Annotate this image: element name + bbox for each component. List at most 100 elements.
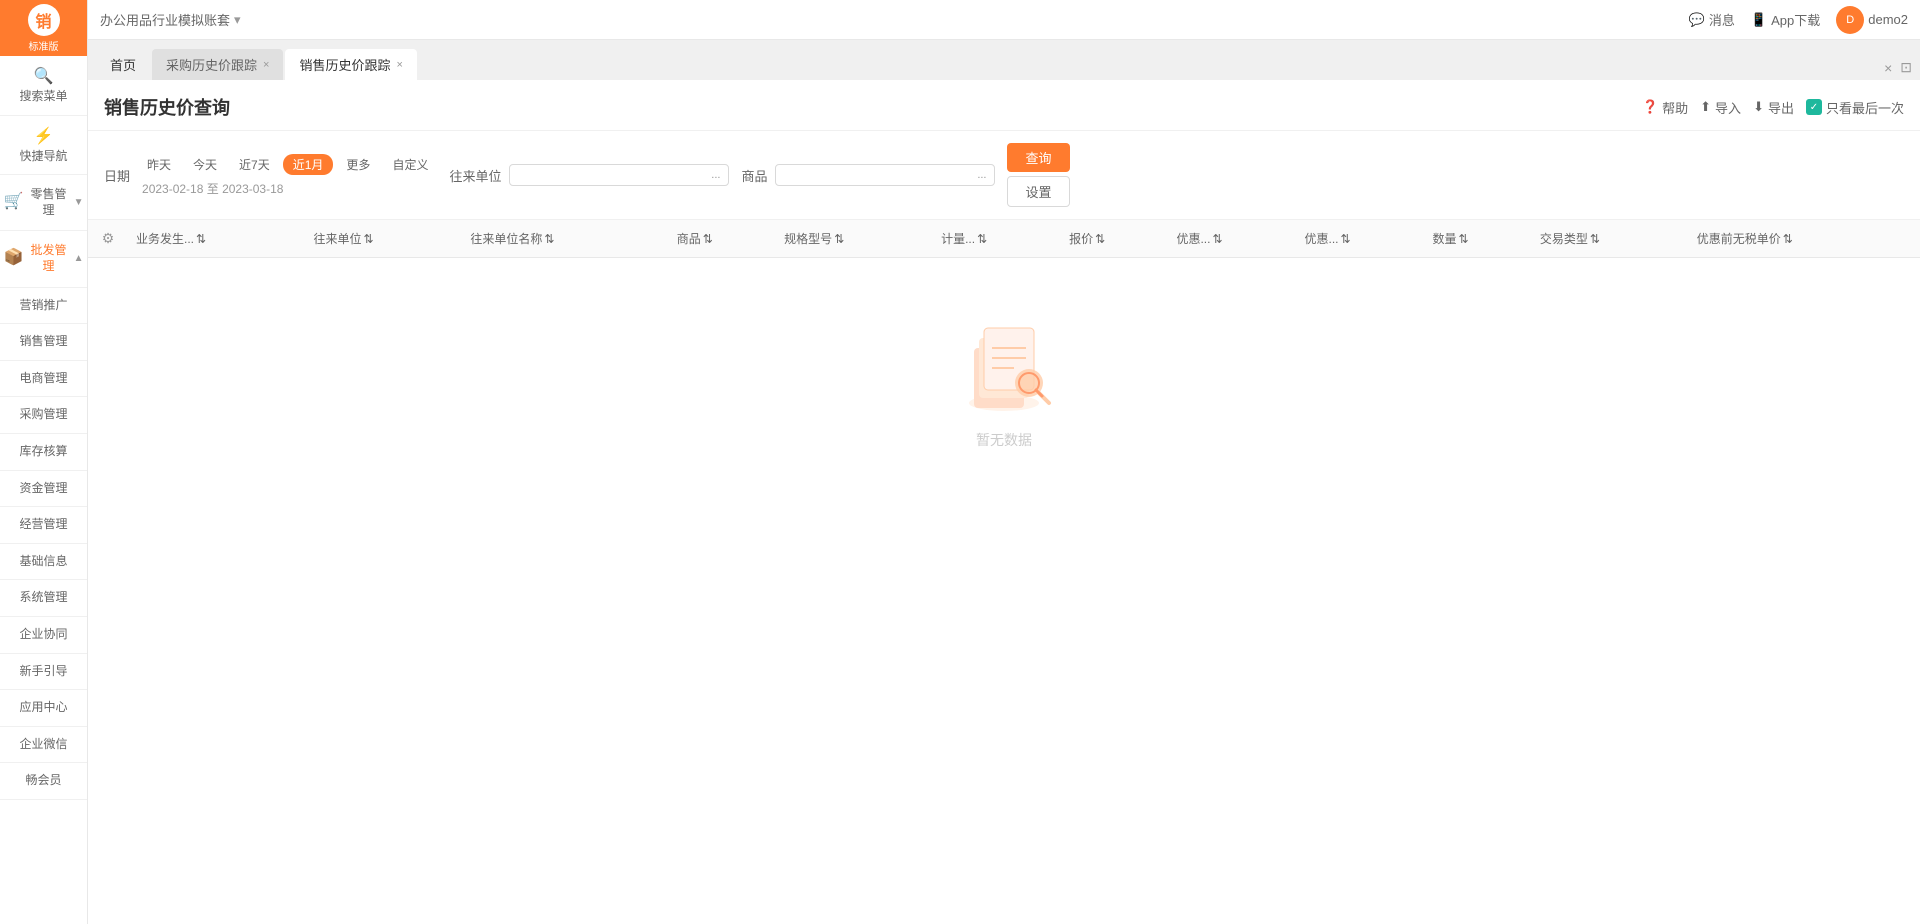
sidebar-item-sales-mgmt[interactable]: 销售管理 xyxy=(0,324,88,361)
date-btn-custom[interactable]: 自定义 xyxy=(383,153,437,176)
user-name: demo2 xyxy=(1868,12,1908,27)
sidebar-item-search-menu[interactable]: 🔍 搜索菜单 xyxy=(0,56,88,116)
sidebar-item-enterprise-collab[interactable]: 企业协同 xyxy=(0,617,88,654)
sidebar-item-system-mgmt[interactable]: 系统管理 xyxy=(0,580,88,617)
export-icon: ⬇ xyxy=(1753,99,1764,115)
import-icon: ⬆ xyxy=(1700,99,1711,115)
window-expand-icon[interactable]: ⊡ xyxy=(1900,59,1912,76)
date-btn-7days[interactable]: 近7天 xyxy=(230,153,279,176)
sidebar-item-label: 营销推广 xyxy=(19,298,67,314)
table-header-row: ⚙ 业务发生... ⇅ 往来单位 ⇅ xyxy=(88,220,1920,258)
sidebar-item-purchase-mgmt[interactable]: 采购管理 xyxy=(0,397,88,434)
page-header-actions: ❓ 帮助 ⬆ 导入 ⬇ 导出 ✓ 只看最后一次 xyxy=(1642,98,1904,117)
chevron-up-icon: ▲ xyxy=(74,253,84,264)
sort-icon: ⇅ xyxy=(834,232,844,246)
sidebar-item-label: 系统管理 xyxy=(19,590,67,606)
retail-icon: 🛒 xyxy=(4,191,24,211)
date-btn-yesterday[interactable]: 昨天 xyxy=(138,153,180,176)
tab-close-sales[interactable]: × xyxy=(396,59,402,71)
product-input[interactable]: ... xyxy=(775,164,995,186)
message-action[interactable]: 💬 消息 xyxy=(1689,10,1735,29)
th-biz-date[interactable]: 业务发生... ⇅ xyxy=(128,220,306,258)
app-download-icon: 📱 xyxy=(1751,12,1767,28)
app-download-action[interactable]: 📱 App下载 xyxy=(1751,10,1820,29)
th-partner-code[interactable]: 往来单位 ⇅ xyxy=(306,220,463,258)
th-partner-code-label: 往来单位 xyxy=(314,230,362,247)
page-content: 销售历史价查询 ❓ 帮助 ⬆ 导入 ⬇ 导出 ✓ 只看最后一次 xyxy=(88,80,1920,924)
date-btn-1month[interactable]: 近1月 xyxy=(283,154,334,175)
export-label: 导出 xyxy=(1768,98,1794,117)
sidebar-item-ecommerce-mgmt[interactable]: 电商管理 xyxy=(0,361,88,398)
workspace-title: 办公用品行业模拟账套 xyxy=(100,10,230,29)
th-partner-name-label: 往来单位名称 xyxy=(470,230,542,247)
tab-close-purchase[interactable]: × xyxy=(263,59,269,71)
sort-icon: ⇅ xyxy=(1459,232,1469,246)
th-partner-name[interactable]: 往来单位名称 ⇅ xyxy=(462,220,668,258)
sidebar-item-ops-mgmt[interactable]: 经营管理 xyxy=(0,507,88,544)
product-label: 商品 xyxy=(741,166,767,185)
sidebar-item-label: 库存核算 xyxy=(19,444,67,460)
sidebar-item-quick-nav[interactable]: ⚡ 快捷导航 xyxy=(0,116,88,176)
th-unit[interactable]: 计量... ⇅ xyxy=(933,220,1061,258)
gear-icon[interactable]: ⚙ xyxy=(102,230,115,246)
th-spec[interactable]: 规格型号 ⇅ xyxy=(776,220,933,258)
th-quote-label: 报价 xyxy=(1069,230,1093,247)
sidebar-item-base-info[interactable]: 基础信息 xyxy=(0,544,88,581)
sidebar-item-inventory[interactable]: 库存核算 xyxy=(0,434,88,471)
date-filter-row: 日期 昨天 今天 近7天 近1月 更多 自定义 2023-02-18 至 202… xyxy=(104,153,437,197)
only-last-label: 只看最后一次 xyxy=(1826,98,1904,117)
sidebar-item-retail-mgmt[interactable]: 🛒 零售管理 ▼ xyxy=(0,175,88,231)
sidebar-item-vip-member[interactable]: 畅会员 xyxy=(0,763,88,800)
empty-text: 暂无数据 xyxy=(976,430,1032,450)
sidebar-item-marketing[interactable]: 营销推广 xyxy=(0,288,88,325)
sidebar-item-label: 经营管理 xyxy=(19,517,67,533)
wholesale-icon: 📦 xyxy=(4,247,24,267)
empty-state: 暂无数据 xyxy=(88,258,1920,510)
th-discount2-label: 优惠... xyxy=(1304,230,1338,247)
logo-icon: 销 xyxy=(28,4,60,36)
th-qty[interactable]: 数量 ⇅ xyxy=(1425,220,1532,258)
th-tax-price[interactable]: 优惠前无税单价 ⇅ xyxy=(1689,220,1920,258)
th-discount1[interactable]: 优惠... ⇅ xyxy=(1168,220,1296,258)
th-product[interactable]: 商品 ⇅ xyxy=(669,220,776,258)
th-quote[interactable]: 报价 ⇅ xyxy=(1061,220,1168,258)
sidebar-item-label: 资金管理 xyxy=(19,481,67,497)
checkbox-icon: ✓ xyxy=(1806,99,1822,115)
dropdown-icon[interactable]: ▾ xyxy=(234,12,241,28)
main-area: 办公用品行业模拟账套 ▾ 💬 消息 📱 App下载 D demo2 首页 xyxy=(88,0,1920,924)
th-unit-label: 计量... xyxy=(941,230,975,247)
sidebar-item-finance-mgmt[interactable]: 资金管理 xyxy=(0,471,88,508)
help-action[interactable]: ❓ 帮助 xyxy=(1642,98,1688,117)
empty-icon xyxy=(954,318,1054,418)
page-header: 销售历史价查询 ❓ 帮助 ⬆ 导入 ⬇ 导出 ✓ 只看最后一次 xyxy=(88,80,1920,131)
query-button[interactable]: 查询 xyxy=(1007,143,1069,172)
help-icon: ❓ xyxy=(1642,99,1658,115)
sidebar-item-wholesale-mgmt[interactable]: 📦 批发管理 ▲ xyxy=(0,231,88,287)
only-last-checkbox[interactable]: ✓ 只看最后一次 xyxy=(1806,98,1904,117)
th-qty-label: 数量 xyxy=(1433,230,1457,247)
sort-icon: ⇅ xyxy=(196,232,206,246)
date-range-display: 2023-02-18 至 2023-03-18 xyxy=(142,180,437,197)
date-btn-today[interactable]: 今天 xyxy=(184,153,226,176)
window-close-icon[interactable]: × xyxy=(1884,60,1892,76)
th-discount1-label: 优惠... xyxy=(1176,230,1210,247)
user-profile[interactable]: D demo2 xyxy=(1836,6,1908,34)
tab-home[interactable]: 首页 xyxy=(96,49,150,80)
settings-button[interactable]: 设置 xyxy=(1007,176,1069,207)
date-btn-more[interactable]: 更多 xyxy=(337,153,379,176)
th-trade-type[interactable]: 交易类型 ⇅ xyxy=(1532,220,1689,258)
sort-icon: ⇅ xyxy=(1341,232,1351,246)
tabs-right-actions: × ⊡ xyxy=(1884,59,1912,80)
sidebar-item-enterprise-wechat[interactable]: 企业微信 xyxy=(0,727,88,764)
tab-sales-history[interactable]: 销售历史价跟踪 × xyxy=(285,49,416,80)
import-action[interactable]: ⬆ 导入 xyxy=(1700,98,1741,117)
tab-purchase-history[interactable]: 采购历史价跟踪 × xyxy=(152,49,283,80)
partner-input[interactable]: ... xyxy=(509,164,729,186)
th-gear: ⚙ xyxy=(88,220,128,258)
sidebar-item-label: 采购管理 xyxy=(19,407,67,423)
sidebar-item-label: 销售管理 xyxy=(19,334,67,350)
sidebar-item-new-guide[interactable]: 新手引导 xyxy=(0,654,88,691)
sidebar-item-app-center[interactable]: 应用中心 xyxy=(0,690,88,727)
th-discount2[interactable]: 优惠... ⇅ xyxy=(1296,220,1424,258)
export-action[interactable]: ⬇ 导出 xyxy=(1753,98,1794,117)
